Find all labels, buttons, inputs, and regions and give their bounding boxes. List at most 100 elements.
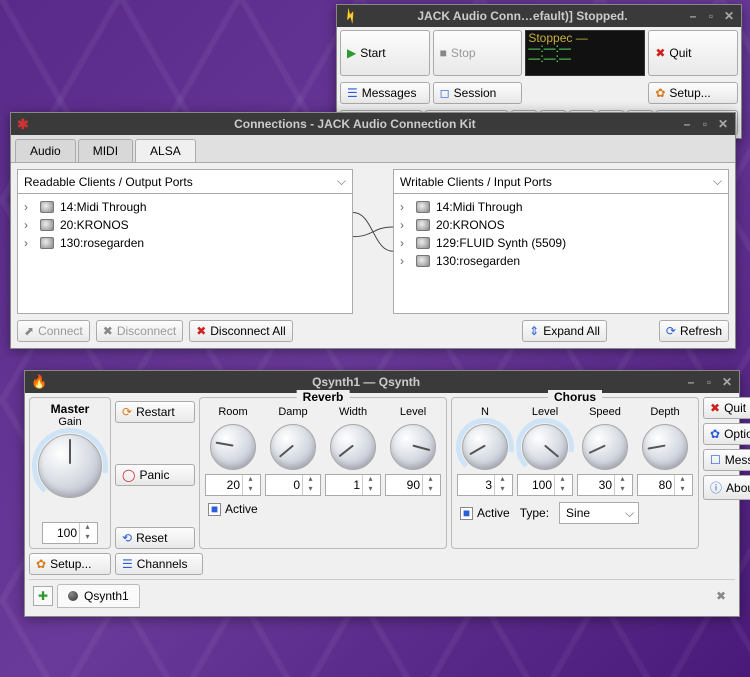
- connect-button[interactable]: ⬈Connect: [17, 320, 90, 342]
- master-gain-spin[interactable]: ▴▾: [42, 522, 98, 544]
- close-button[interactable]: ✕: [721, 376, 733, 388]
- master-gain-knob[interactable]: [38, 434, 102, 498]
- chorus-speed-input[interactable]: [578, 478, 614, 492]
- chorus-n-spin[interactable]: ▴▾: [457, 474, 513, 496]
- chorus-active-checkbox[interactable]: ■Active: [460, 506, 510, 520]
- reverb-level-knob[interactable]: [390, 424, 436, 470]
- writable-header[interactable]: Writable Clients / Input Ports ⌵: [393, 169, 729, 194]
- qjackctl-title: JACK Audio Conn…efault)] Stopped.: [358, 9, 687, 23]
- reverb-room-input[interactable]: [206, 478, 242, 492]
- add-engine-button[interactable]: ✚: [33, 586, 53, 606]
- close-button[interactable]: ✕: [717, 118, 729, 130]
- minimize-button[interactable]: –: [685, 376, 697, 388]
- reverb-damp-knob[interactable]: [270, 424, 316, 470]
- list-item[interactable]: ›20:KRONOS: [394, 216, 728, 234]
- session-button[interactable]: ◻Session: [433, 82, 523, 104]
- tab-audio[interactable]: Audio: [15, 139, 76, 162]
- maximize-button[interactable]: ▫: [703, 376, 715, 388]
- connections-titlebar[interactable]: ✱ Connections - JACK Audio Connection Ki…: [11, 113, 735, 135]
- qsynth-icon: 🔥: [31, 374, 47, 390]
- tab-alsa[interactable]: ALSA: [135, 139, 196, 162]
- tab-midi[interactable]: MIDI: [78, 139, 133, 162]
- reverb-active-checkbox[interactable]: ■Active: [208, 502, 258, 516]
- unplug-icon: ✖: [103, 324, 113, 338]
- panic-button[interactable]: ◯Panic: [115, 464, 195, 486]
- expand-icon[interactable]: ›: [400, 236, 410, 250]
- stop-button[interactable]: ■Stop: [433, 30, 523, 76]
- panic-icon: ◯: [122, 468, 135, 482]
- patch-canvas: [353, 169, 393, 314]
- chorus-depth-knob[interactable]: [642, 424, 688, 470]
- chorus-level-input[interactable]: [518, 478, 554, 492]
- list-item[interactable]: ›130:rosegarden: [18, 234, 352, 252]
- list-item[interactable]: ›129:FLUID Synth (5509): [394, 234, 728, 252]
- reverb-damp-input[interactable]: [266, 478, 302, 492]
- expand-icon[interactable]: ›: [400, 218, 410, 232]
- qsynth-channels-button[interactable]: ☰Channels: [115, 553, 203, 575]
- reverb-width-knob[interactable]: [330, 424, 376, 470]
- reverb-level-spin[interactable]: ▴▾: [385, 474, 441, 496]
- damp-label: Damp: [278, 406, 307, 418]
- expand-icon[interactable]: ›: [24, 218, 34, 232]
- reverb-damp-spin[interactable]: ▴▾: [265, 474, 321, 496]
- port-icon: [40, 237, 54, 249]
- chorus-speed-spin[interactable]: ▴▾: [577, 474, 633, 496]
- reverb-width-spin[interactable]: ▴▾: [325, 474, 381, 496]
- chorus-depth-input[interactable]: [638, 478, 674, 492]
- quit-button[interactable]: ✖Quit: [648, 30, 738, 76]
- list-item[interactable]: ›130:rosegarden: [394, 252, 728, 270]
- readable-list[interactable]: ›14:Midi Through ›20:KRONOS ›130:rosegar…: [17, 194, 353, 314]
- expand-icon[interactable]: ›: [24, 200, 34, 214]
- refresh-button[interactable]: ⟳Refresh: [659, 320, 729, 342]
- messages-button[interactable]: ☰Messages: [340, 82, 430, 104]
- qjackctl-titlebar[interactable]: ⚡ JACK Audio Conn…efault)] Stopped. – ▫ …: [337, 5, 741, 27]
- reverb-width-input[interactable]: [326, 478, 362, 492]
- minimize-button[interactable]: –: [681, 118, 693, 130]
- port-icon: [416, 219, 430, 231]
- width-label: Width: [339, 406, 367, 418]
- chorus-speed-knob[interactable]: [582, 424, 628, 470]
- expand-all-button[interactable]: ⇕Expand All: [522, 320, 607, 342]
- gear-icon: ✿: [710, 427, 720, 441]
- spin-down[interactable]: ▾: [80, 533, 95, 543]
- writable-list[interactable]: ›14:Midi Through ›20:KRONOS ›129:FLUID S…: [393, 194, 729, 314]
- chorus-depth-spin[interactable]: ▴▾: [637, 474, 693, 496]
- chorus-level-spin[interactable]: ▴▾: [517, 474, 573, 496]
- minimize-button[interactable]: –: [687, 10, 699, 22]
- start-button[interactable]: ▶Start: [340, 30, 430, 76]
- chorus-n-input[interactable]: [458, 478, 494, 492]
- expand-icon[interactable]: ›: [400, 254, 410, 268]
- remove-engine-button[interactable]: ✖: [711, 586, 731, 606]
- engine-tab[interactable]: Qsynth1: [57, 584, 140, 608]
- expand-icon[interactable]: ›: [400, 200, 410, 214]
- disconnect-all-button[interactable]: ✖Disconnect All: [189, 320, 292, 342]
- qsynth-messages-button[interactable]: ☐Messages: [703, 449, 750, 471]
- list-item[interactable]: ›14:Midi Through: [18, 198, 352, 216]
- qsynth-titlebar[interactable]: 🔥 Qsynth1 — Qsynth – ▫ ✕: [25, 371, 739, 393]
- reverb-room-knob[interactable]: [210, 424, 256, 470]
- connections-body: Readable Clients / Output Ports ⌵ ›14:Mi…: [11, 163, 735, 320]
- expand-icon[interactable]: ›: [24, 236, 34, 250]
- disconnect-button[interactable]: ✖Disconnect: [96, 320, 183, 342]
- maximize-button[interactable]: ▫: [699, 118, 711, 130]
- chorus-type-select[interactable]: Sine: [559, 502, 639, 524]
- qsynth-quit-button[interactable]: ✖Quit: [703, 397, 750, 419]
- reverb-title: Reverb: [297, 390, 350, 404]
- qsynth-setup-button[interactable]: ✿Setup...: [29, 553, 111, 575]
- master-gain-input[interactable]: [43, 526, 79, 540]
- close-button[interactable]: ✕: [723, 10, 735, 22]
- restart-button[interactable]: ⟳Restart: [115, 401, 195, 423]
- readable-header[interactable]: Readable Clients / Output Ports ⌵: [17, 169, 353, 194]
- chorus-n-knob[interactable]: [462, 424, 508, 470]
- qsynth-options-button[interactable]: ✿Options...: [703, 423, 750, 445]
- list-item[interactable]: ›20:KRONOS: [18, 216, 352, 234]
- chorus-level-knob[interactable]: [522, 424, 568, 470]
- reset-button[interactable]: ⟲Reset: [115, 527, 195, 549]
- maximize-button[interactable]: ▫: [705, 10, 717, 22]
- reverb-level-input[interactable]: [386, 478, 422, 492]
- setup-button[interactable]: ✿Setup...: [648, 82, 738, 104]
- qjackctl-row1: ▶Start ■Stop Stoppec — —:—:— —:—:— ✖Quit: [337, 27, 741, 79]
- reverb-room-spin[interactable]: ▴▾: [205, 474, 261, 496]
- list-item[interactable]: ›14:Midi Through: [394, 198, 728, 216]
- qsynth-about-button[interactable]: ⓘAbout...: [703, 475, 750, 500]
